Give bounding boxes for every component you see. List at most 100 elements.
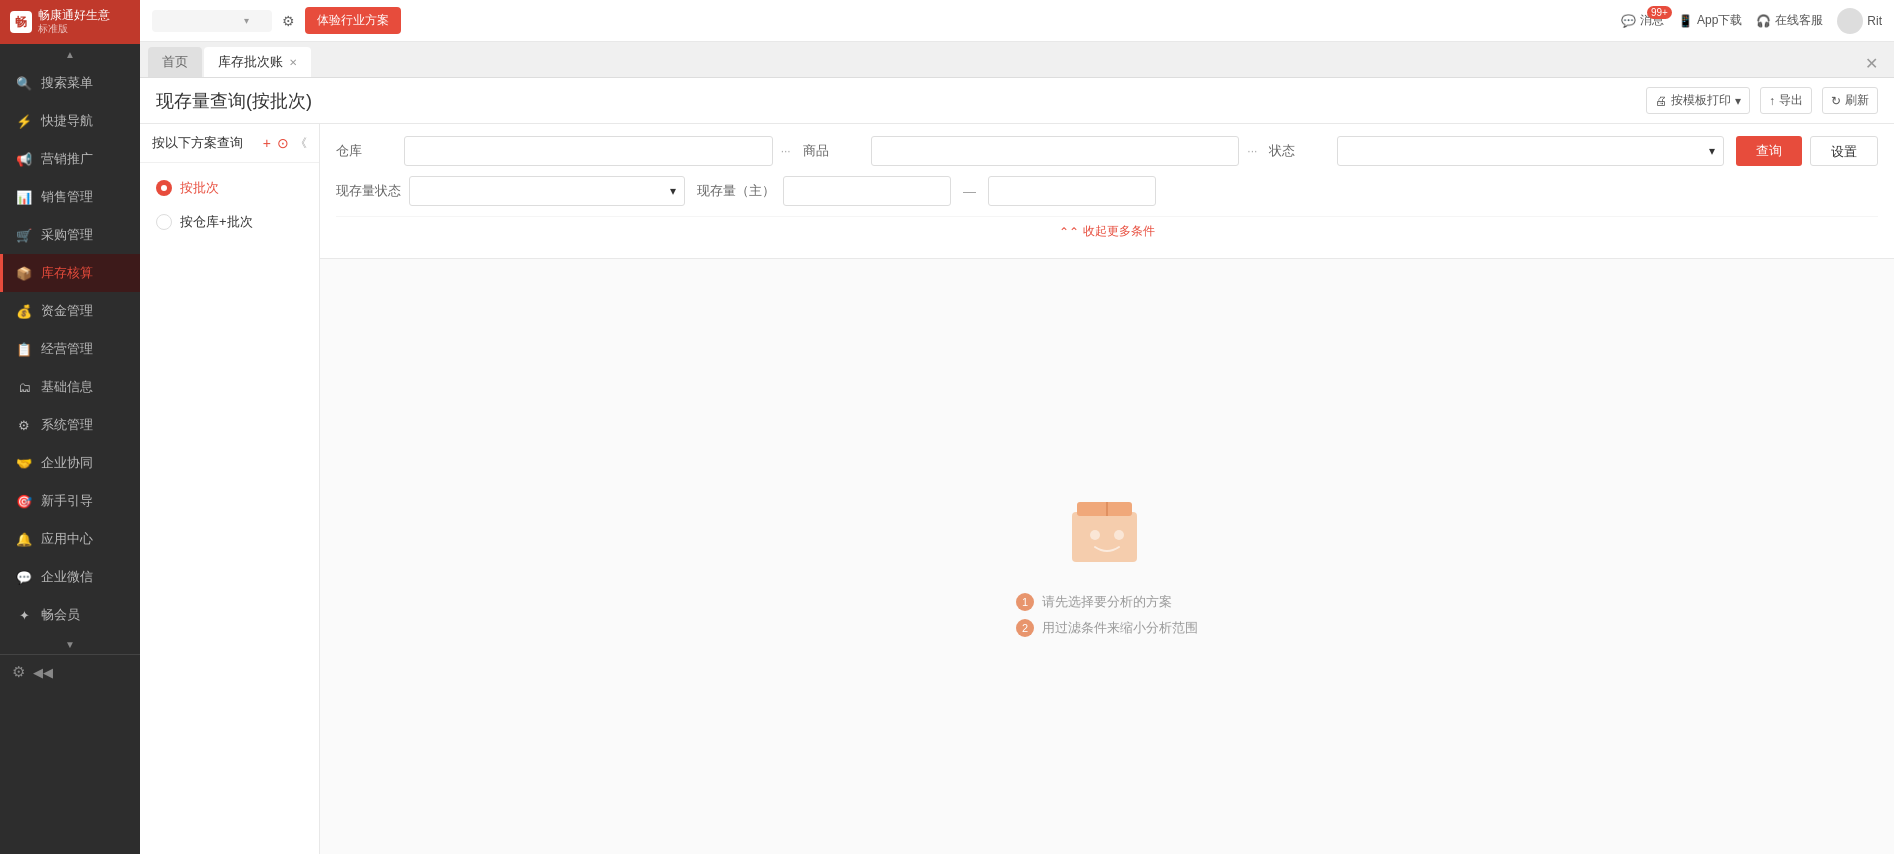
footer-collapse-icon[interactable]: ◀◀ <box>33 665 53 680</box>
sales-icon: 📊 <box>15 188 33 206</box>
sidebar-item-wechat[interactable]: 💬 企业微信 <box>0 558 140 596</box>
page-title: 现存量查询(按批次) <box>156 89 312 113</box>
status-dropdown-icon: ▾ <box>1709 144 1715 158</box>
search-input[interactable] <box>160 14 240 28</box>
scheme-item-warehouse-batch[interactable]: 按仓库+批次 <box>140 205 319 239</box>
warehouse-input[interactable] <box>404 136 773 166</box>
close-panel-button[interactable]: ✕ <box>1857 50 1886 77</box>
tutorial-icon: 🎯 <box>15 492 33 510</box>
product-more-icon[interactable]: ··· <box>1247 144 1257 158</box>
sidebar-item-purchase[interactable]: 🛒 采购管理 <box>0 216 140 254</box>
footer-settings-icon[interactable]: ⚙ <box>12 663 25 681</box>
user-name: Rit <box>1867 14 1882 28</box>
filter-panel: 仓库 ··· 商品 ··· 状态 <box>320 124 1894 259</box>
system-icon: ⚙ <box>15 416 33 434</box>
refresh-button[interactable]: ↻ 刷新 <box>1822 87 1878 114</box>
print-button[interactable]: 🖨 按模板打印 ▾ <box>1646 87 1750 114</box>
sidebar-item-finance[interactable]: 💰 资金管理 <box>0 292 140 330</box>
sidebar-item-appstore[interactable]: 🔔 应用中心 <box>0 520 140 558</box>
tab-home[interactable]: 首页 <box>148 47 202 77</box>
message-icon: 💬 <box>1621 14 1636 28</box>
empty-hint-1: 1 请先选择要分析的方案 <box>1016 593 1198 611</box>
sidebar-item-basic[interactable]: 🗂 基础信息 <box>0 368 140 406</box>
scheme-inactive-dot <box>156 214 172 230</box>
product-input[interactable] <box>871 136 1240 166</box>
empty-illustration <box>1057 477 1157 577</box>
topbar: ▾ ⚙ 体验行业方案 💬 消息 99+ 📱 App下载 🎧 在线客服 <box>140 0 1894 42</box>
sidebar-item-collab[interactable]: 🤝 企业协同 <box>0 444 140 482</box>
svg-rect-1 <box>1077 502 1132 516</box>
scheme-item-batch[interactable]: 按批次 <box>140 171 319 205</box>
sidebar-scroll-down[interactable]: ▼ <box>0 634 140 654</box>
empty-svg <box>1057 477 1157 577</box>
page-actions: 🖨 按模板打印 ▾ ↑ 导出 ↻ 刷新 <box>1646 87 1878 114</box>
scheme-panel-title: 按以下方案查询 <box>152 134 243 152</box>
search-box[interactable]: ▾ <box>152 10 272 32</box>
sidebar-item-label: 经营管理 <box>41 340 93 358</box>
hint-1-num: 1 <box>1016 593 1034 611</box>
app-download-action[interactable]: 📱 App下载 <box>1678 12 1742 29</box>
sidebar-item-label: 快捷导航 <box>41 112 93 130</box>
empty-hints: 1 请先选择要分析的方案 2 用过滤条件来缩小分析范围 <box>1016 593 1198 637</box>
operations-icon: 📋 <box>15 340 33 358</box>
hint-2-num: 2 <box>1016 619 1034 637</box>
print-dropdown-icon[interactable]: ▾ <box>1735 94 1741 108</box>
message-action[interactable]: 💬 消息 99+ <box>1621 12 1664 29</box>
search-dropdown-icon[interactable]: ▾ <box>244 15 249 26</box>
sidebar-item-sales[interactable]: 📊 销售管理 <box>0 178 140 216</box>
stock-status-filter: 现存量状态 ▾ <box>336 176 685 206</box>
sidebar-item-label: 销售管理 <box>41 188 93 206</box>
stock-quantity-to[interactable] <box>988 176 1156 206</box>
status-filter: 状态 ▾ <box>1269 136 1724 166</box>
sidebar-item-label: 采购管理 <box>41 226 93 244</box>
filter-settings-button[interactable]: 设置 <box>1810 136 1878 166</box>
sidebar-item-marketing[interactable]: 📢 营销推广 <box>0 140 140 178</box>
stock-quantity-label: 现存量（主） <box>697 182 775 200</box>
export-button[interactable]: ↑ 导出 <box>1760 87 1812 114</box>
sidebar-item-search[interactable]: 🔍 搜索菜单 <box>0 64 140 102</box>
collapse-scheme-button[interactable]: 《 <box>295 135 307 152</box>
settings-scheme-button[interactable]: ⊙ <box>277 135 289 151</box>
gear-button[interactable]: ⚙ <box>278 9 299 33</box>
add-scheme-button[interactable]: + <box>263 135 271 151</box>
down-arrow-icon: ▼ <box>65 639 75 650</box>
experience-button[interactable]: 体验行业方案 <box>305 7 401 34</box>
customer-service-action[interactable]: 🎧 在线客服 <box>1756 12 1823 29</box>
marketing-icon: 📢 <box>15 150 33 168</box>
headphone-icon: 🎧 <box>1756 14 1771 28</box>
tab-close-icon[interactable]: ✕ <box>289 57 297 68</box>
sidebar-item-operations[interactable]: 📋 经营管理 <box>0 330 140 368</box>
status-select[interactable]: ▾ <box>1337 136 1724 166</box>
tab-inventory-batch[interactable]: 库存批次账 ✕ <box>204 47 311 77</box>
stock-quantity-from[interactable] <box>783 176 951 206</box>
sidebar-item-system[interactable]: ⚙ 系统管理 <box>0 406 140 444</box>
scheme-item-label: 按仓库+批次 <box>180 213 253 231</box>
sidebar-header: 畅 畅康通好生意 标准版 <box>0 0 140 44</box>
query-button[interactable]: 查询 <box>1736 136 1802 166</box>
tabs-bar: 首页 库存批次账 ✕ ✕ <box>140 42 1894 78</box>
warehouse-more-icon[interactable]: ··· <box>781 144 791 158</box>
search-icon: 🔍 <box>15 74 33 92</box>
product-filter: 商品 ··· <box>803 136 1258 166</box>
sidebar-scroll-up[interactable]: ▲ <box>0 44 140 64</box>
sidebar-item-label: 基础信息 <box>41 378 93 396</box>
filter-row-2: 现存量状态 ▾ 现存量（主） — <box>336 176 1878 206</box>
sidebar-item-label: 资金管理 <box>41 302 93 320</box>
stock-quantity-dash: — <box>959 184 980 199</box>
scheme-panel-header: 按以下方案查询 + ⊙ 《 <box>140 124 319 163</box>
scheme-list: 按批次 按仓库+批次 <box>140 163 319 854</box>
app-subtitle: 标准版 <box>38 22 110 36</box>
user-area[interactable]: Rit <box>1837 8 1882 34</box>
basic-icon: 🗂 <box>15 378 33 396</box>
collapse-more-button[interactable]: ⌃⌃ 收起更多条件 <box>336 216 1878 246</box>
sidebar-item-tutorial[interactable]: 🎯 新手引导 <box>0 482 140 520</box>
hint-2-text: 用过滤条件来缩小分析范围 <box>1042 619 1198 637</box>
print-icon: 🖨 <box>1655 94 1667 108</box>
topbar-left: ▾ ⚙ 体验行业方案 <box>152 7 1613 34</box>
sidebar-item-quicknav[interactable]: ⚡ 快捷导航 <box>0 102 140 140</box>
stock-status-dropdown-icon: ▾ <box>670 184 676 198</box>
sidebar-item-member[interactable]: ✦ 畅会员 <box>0 596 140 634</box>
empty-state: 1 请先选择要分析的方案 2 用过滤条件来缩小分析范围 <box>320 259 1894 854</box>
stock-status-select[interactable]: ▾ <box>409 176 685 206</box>
sidebar-item-inventory[interactable]: 📦 库存核算 <box>0 254 140 292</box>
